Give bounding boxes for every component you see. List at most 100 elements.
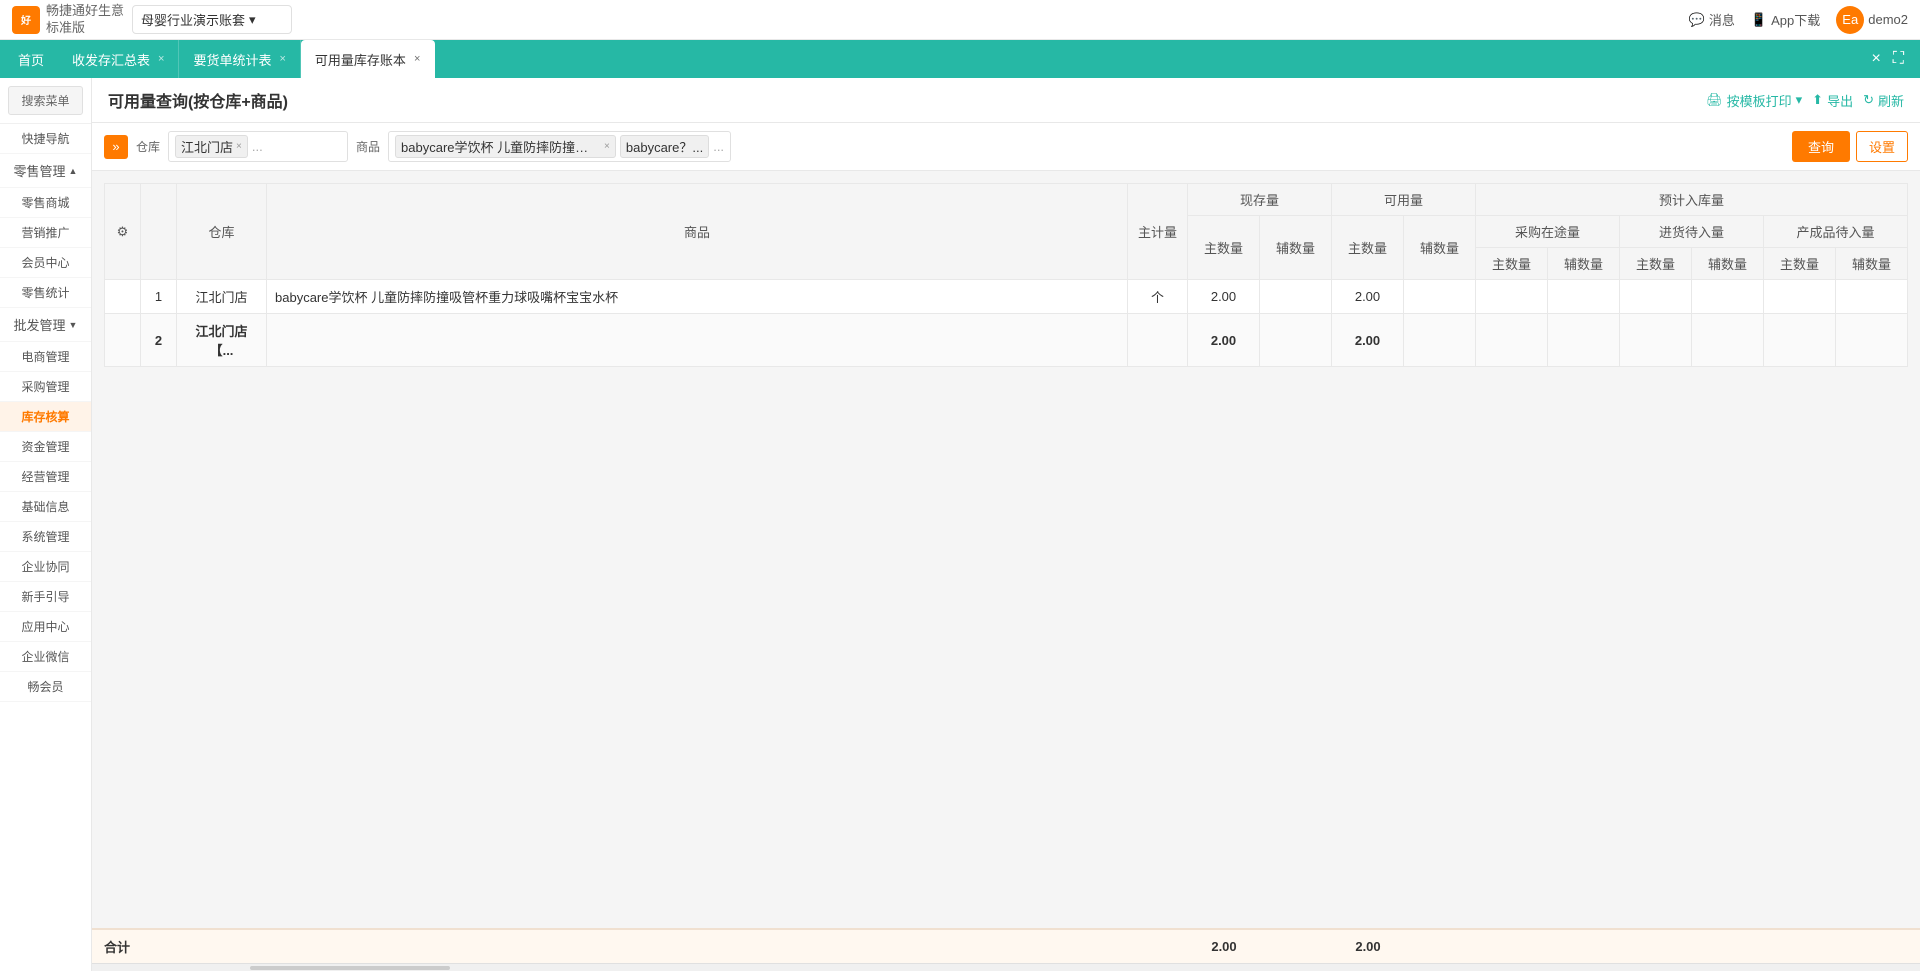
close-tab-icon[interactable]: × — [414, 53, 420, 65]
sidebar-item-purchase[interactable]: 采购管理 — [0, 372, 91, 402]
cell-pur-main — [1476, 280, 1548, 314]
group-cell-pur-main — [1476, 314, 1548, 367]
export-button[interactable]: ⬆ 导出 — [1812, 91, 1853, 110]
print-icon: 🖨 — [1706, 92, 1723, 108]
expand-filter-button[interactable]: » — [104, 135, 128, 159]
warehouse-label: 仓库 — [136, 138, 160, 155]
remove-warehouse-tag[interactable]: × — [236, 141, 242, 152]
group-cell-unit — [1128, 314, 1188, 367]
group-cell-pur-pend-main — [1620, 314, 1692, 367]
fullscreen-button[interactable]: ⛶ — [1889, 46, 1908, 72]
footer-avail-main: 2.00 — [1332, 939, 1404, 954]
sidebar-item-marketing[interactable]: 营销推广 — [0, 218, 91, 248]
tab-available-inventory[interactable]: 可用量库存账本 × — [301, 40, 435, 78]
filter-bar: » 仓库 江北门店 × ... 商品 babycare学饮杯 儿童防摔防撞吸管杯… — [92, 123, 1920, 171]
close-all-tabs-button[interactable]: × — [1867, 46, 1884, 72]
sidebar-item-wholesale-mgmt[interactable]: 批发管理 ▼ — [0, 308, 91, 342]
filter-dots: ... — [252, 139, 263, 154]
export-icon: ⬆ — [1812, 92, 1823, 108]
group-cell-stock-main: 2.00 — [1188, 314, 1260, 367]
col-header-prod-pend-aux: 辅数量 — [1836, 248, 1908, 280]
settings-icon[interactable]: ⚙ — [117, 224, 129, 239]
col-header-gear: ⚙ — [105, 184, 141, 280]
scroll-indicator — [92, 963, 1920, 971]
user-menu[interactable]: Ea demo2 — [1836, 6, 1908, 34]
tab-order-stats[interactable]: 要货单统计表 × — [179, 40, 300, 78]
setting-button[interactable]: 设置 — [1856, 131, 1908, 162]
product-input[interactable]: babycare学饮杯 儿童防摔防撞吸管杯重力球吸嘴杯宝宝水杯 × babyca… — [388, 131, 731, 162]
sidebar-item-basic-info[interactable]: 基础信息 — [0, 492, 91, 522]
print-template-button[interactable]: 🖨 按模板打印 ▾ — [1706, 91, 1802, 110]
chevron-icon: ▼ — [69, 320, 78, 330]
chevron-down-icon: ▾ — [249, 12, 256, 28]
message-button[interactable]: 💬 消息 — [1689, 10, 1735, 29]
cell-avail-main: 2.00 — [1332, 280, 1404, 314]
col-header-purchase-pending-group: 进货待入量 — [1620, 216, 1764, 248]
table-area: ⚙ 仓库 商品 主计量 现存量 可用量 预计入库量 主数量 辅数量 主数量 — [92, 171, 1920, 928]
sidebar: 搜索菜单 快捷导航 零售管理 ▲ 零售商城 营销推广 会员中心 零售统计 批发管… — [0, 78, 92, 971]
sidebar-item-retail-mgmt[interactable]: 零售管理 ▲ — [0, 154, 91, 188]
group-cell-pur-aux — [1548, 314, 1620, 367]
col-header-pur-main: 主数量 — [1476, 248, 1548, 280]
sidebar-item-enterprise-collab[interactable]: 企业协同 — [0, 552, 91, 582]
product-tag-1: babycare学饮杯 儿童防摔防撞吸管杯重力球吸嘴杯宝宝水杯 × — [395, 135, 616, 158]
top-bar-right: 💬 消息 📱 App下载 Ea demo2 — [1689, 6, 1908, 34]
refresh-button[interactable]: ↻ 刷新 — [1863, 91, 1904, 110]
group-cell-avail-main: 2.00 — [1332, 314, 1404, 367]
top-bar: 好 畅捷通好生意 标准版 母婴行业演示账套 ▾ 💬 消息 📱 App下载 Ea … — [0, 0, 1920, 40]
cell-unit: 个 — [1128, 280, 1188, 314]
sidebar-item-member-center[interactable]: 会员中心 — [0, 248, 91, 278]
top-bar-left: 好 畅捷通好生意 标准版 母婴行业演示账套 ▾ — [12, 3, 292, 37]
main-layout: 搜索菜单 快捷导航 零售管理 ▲ 零售商城 营销推广 会员中心 零售统计 批发管… — [0, 78, 1920, 971]
sidebar-item-operations[interactable]: 经营管理 — [0, 462, 91, 492]
col-header-stock-aux: 辅数量 — [1260, 216, 1332, 280]
sidebar-item-app-center[interactable]: 应用中心 — [0, 612, 91, 642]
close-tab-icon[interactable]: × — [158, 53, 164, 65]
sidebar-item-member[interactable]: 畅会员 — [0, 672, 91, 702]
footer-label: 合计 — [104, 937, 194, 956]
sidebar-item-beginner[interactable]: 新手引导 — [0, 582, 91, 612]
sidebar-search-area: 搜索菜单 — [0, 78, 91, 124]
remove-product-tag-1[interactable]: × — [604, 141, 610, 152]
close-tab-icon[interactable]: × — [279, 53, 285, 65]
sidebar-item-retail-shop[interactable]: 零售商城 — [0, 188, 91, 218]
sidebar-item-enterprise-wechat[interactable]: 企业微信 — [0, 642, 91, 672]
sidebar-item-system[interactable]: 系统管理 — [0, 522, 91, 552]
horizontal-scrollbar[interactable] — [250, 966, 450, 970]
sidebar-item-ecommerce[interactable]: 电商管理 — [0, 342, 91, 372]
filter-actions: 查询 设置 — [1792, 131, 1908, 162]
sidebar-item-inventory[interactable]: 库存核算 — [0, 402, 91, 432]
footer-stock-main: 2.00 — [1188, 939, 1260, 954]
warehouse-input[interactable]: 江北门店 × ... — [168, 131, 348, 162]
col-header-stock-group: 现存量 — [1188, 184, 1332, 216]
sidebar-item-finance[interactable]: 资金管理 — [0, 432, 91, 462]
cell-pur-pend-main — [1620, 280, 1692, 314]
group-cell-no: 2 — [141, 314, 177, 367]
cell-pur-aux — [1548, 280, 1620, 314]
message-icon: 💬 — [1689, 12, 1705, 28]
col-header-pur-pend-aux: 辅数量 — [1692, 248, 1764, 280]
group-summary-row: 2 江北门店【... 2.00 2.00 — [105, 314, 1908, 367]
avatar: Ea — [1836, 6, 1864, 34]
mobile-icon: 📱 — [1751, 12, 1767, 28]
table-row: 1 江北门店 babycare学饮杯 儿童防摔防撞吸管杯重力球吸嘴杯宝宝水杯 个… — [105, 280, 1908, 314]
search-menu-button[interactable]: 搜索菜单 — [8, 86, 83, 115]
table-footer: 合计 2.00 2.00 — [92, 928, 1920, 963]
query-button[interactable]: 查询 — [1792, 131, 1850, 162]
col-header-product: 商品 — [267, 184, 1128, 280]
tab-home[interactable]: 首页 — [4, 40, 58, 78]
sidebar-item-retail-stats[interactable]: 零售统计 — [0, 278, 91, 308]
col-header-avail-aux: 辅数量 — [1404, 216, 1476, 280]
cell-product: babycare学饮杯 儿童防摔防撞吸管杯重力球吸嘴杯宝宝水杯 — [267, 280, 1128, 314]
group-cell-warehouse: 江北门店【... — [177, 314, 267, 367]
warehouse-tag: 江北门店 × — [175, 135, 248, 158]
company-selector[interactable]: 母婴行业演示账套 ▾ — [132, 5, 292, 34]
sidebar-item-quick-nav[interactable]: 快捷导航 — [0, 124, 91, 154]
filter-more-dots: ... — [713, 139, 724, 154]
group-cell-prod-pend-main — [1764, 314, 1836, 367]
refresh-icon: ↻ — [1863, 92, 1874, 108]
tab-receivable-summary[interactable]: 收发存汇总表 × — [58, 40, 179, 78]
app-download-button[interactable]: 📱 App下载 — [1751, 10, 1820, 29]
chevron-icon: ▲ — [69, 166, 78, 176]
cell-gear — [105, 280, 141, 314]
